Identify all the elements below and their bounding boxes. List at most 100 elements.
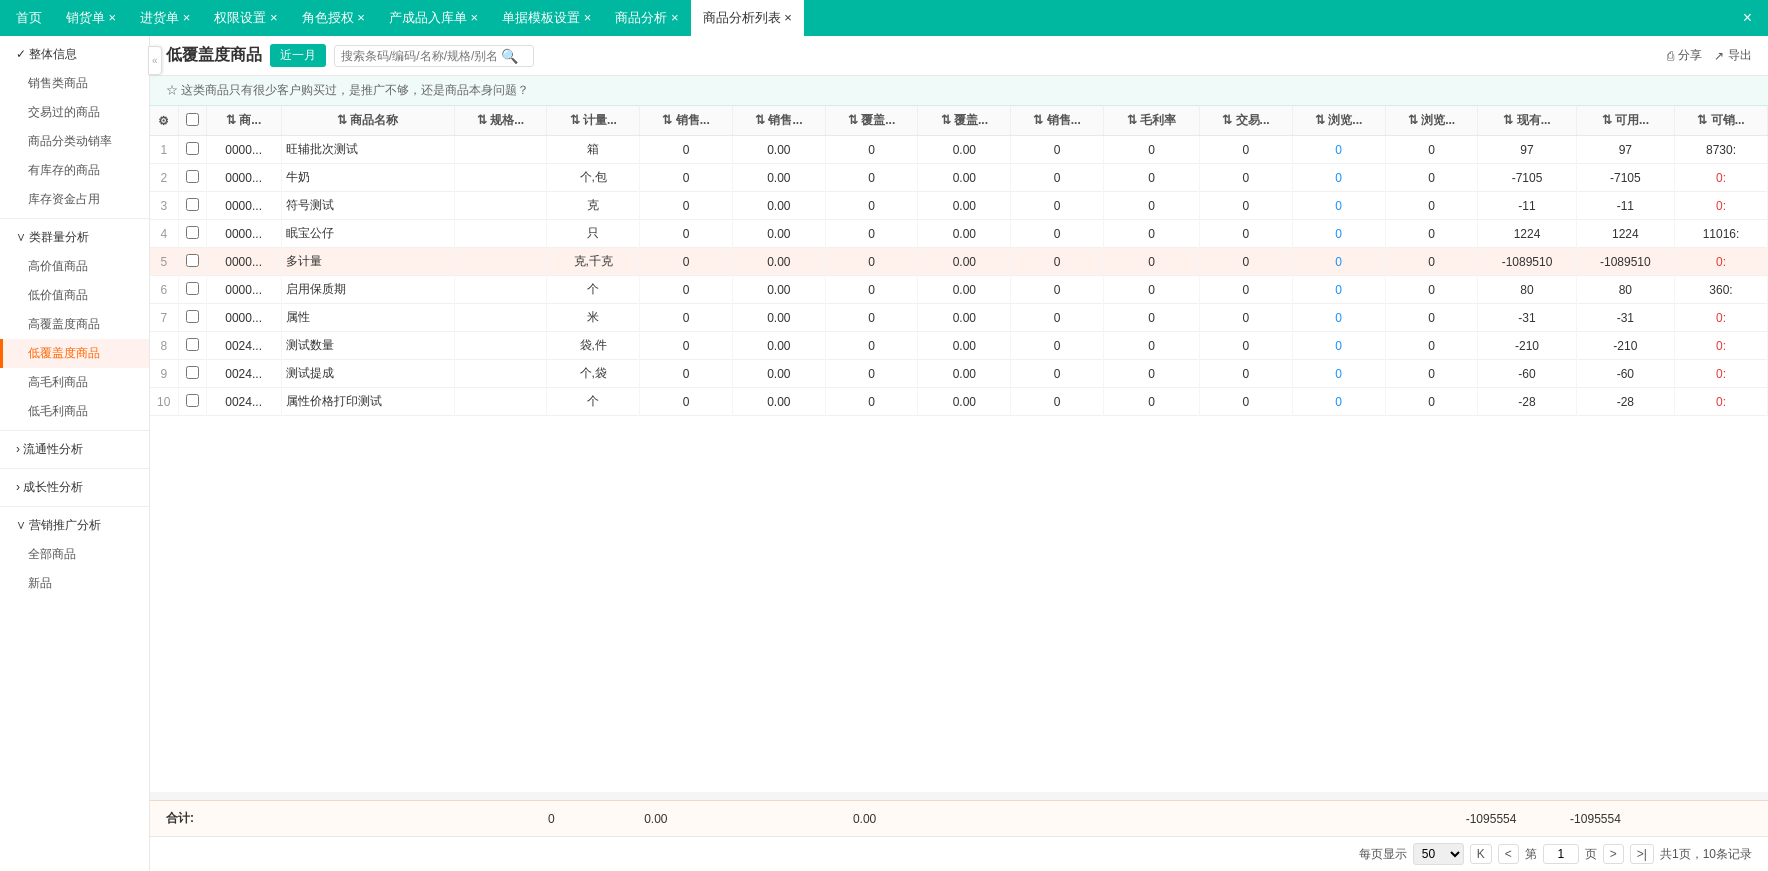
row-browse1-cell[interactable]: 0 bbox=[1292, 192, 1385, 220]
row-checkbox-cell[interactable] bbox=[178, 332, 206, 360]
row-checkbox-cell[interactable] bbox=[178, 248, 206, 276]
nav-analysis-list[interactable]: 商品分析列表 × bbox=[691, 0, 804, 36]
col-sales-amt-header[interactable]: ⇅ 销售... bbox=[732, 106, 825, 136]
row-browse1-cell[interactable]: 0 bbox=[1292, 388, 1385, 416]
row-checkbox[interactable] bbox=[186, 142, 199, 155]
browse1-link[interactable]: 0 bbox=[1335, 255, 1342, 269]
nav-permissions[interactable]: 权限设置 × bbox=[202, 0, 289, 36]
sidebar-item-high-value[interactable]: 高价值商品 bbox=[0, 252, 149, 281]
browse1-link[interactable]: 0 bbox=[1335, 283, 1342, 297]
last-page-button[interactable]: >| bbox=[1630, 844, 1654, 864]
first-page-button[interactable]: K bbox=[1470, 844, 1492, 864]
row-checkbox-cell[interactable] bbox=[178, 360, 206, 388]
row-checkbox-cell[interactable] bbox=[178, 136, 206, 164]
col-settings[interactable]: ⚙ bbox=[150, 106, 178, 136]
row-browse1-cell[interactable]: 0 bbox=[1292, 276, 1385, 304]
col-cover-rate-header[interactable]: ⇅ 覆盖... bbox=[918, 106, 1011, 136]
sidebar-section-cluster[interactable]: ∨ 类群量分析 bbox=[0, 223, 149, 252]
col-name-header[interactable]: ⇅ 商品名称 bbox=[281, 106, 454, 136]
prev-page-button[interactable]: < bbox=[1498, 844, 1519, 864]
sidebar-collapse-button[interactable]: « bbox=[148, 46, 162, 75]
sidebar-item-new-goods[interactable]: 新品 bbox=[0, 569, 149, 598]
browse1-link[interactable]: 0 bbox=[1335, 171, 1342, 185]
col-sellable-header[interactable]: ⇅ 可销... bbox=[1675, 106, 1768, 136]
row-browse1-cell[interactable]: 0 bbox=[1292, 332, 1385, 360]
next-page-button[interactable]: > bbox=[1603, 844, 1624, 864]
row-checkbox[interactable] bbox=[186, 310, 199, 323]
row-checkbox-cell[interactable] bbox=[178, 192, 206, 220]
page-number-input[interactable] bbox=[1543, 844, 1579, 864]
nav-purchase[interactable]: 进货单 × bbox=[128, 0, 202, 36]
horizontal-scrollbar[interactable] bbox=[150, 792, 1768, 800]
browse1-link[interactable]: 0 bbox=[1335, 395, 1342, 409]
sidebar-section-growth[interactable]: › 成长性分析 bbox=[0, 473, 149, 502]
row-checkbox[interactable] bbox=[186, 394, 199, 407]
row-browse1-cell[interactable]: 0 bbox=[1292, 248, 1385, 276]
row-checkbox[interactable] bbox=[186, 170, 199, 183]
sidebar-item-stock-capital[interactable]: 库存资金占用 bbox=[0, 185, 149, 214]
col-code-header[interactable]: ⇅ 商... bbox=[206, 106, 281, 136]
sidebar-item-all-goods[interactable]: 全部商品 bbox=[0, 540, 149, 569]
sidebar-item-category-rate[interactable]: 商品分类动销率 bbox=[0, 127, 149, 156]
sidebar-section-overall[interactable]: ✓ 整体信息 bbox=[0, 40, 149, 69]
per-page-select[interactable]: 50 100 200 bbox=[1413, 843, 1464, 865]
nav-templates[interactable]: 单据模板设置 × bbox=[490, 0, 603, 36]
search-icon[interactable]: 🔍 bbox=[501, 48, 518, 64]
nav-analysis[interactable]: 商品分析 × bbox=[603, 0, 690, 36]
row-checkbox[interactable] bbox=[186, 282, 199, 295]
col-available-header[interactable]: ⇅ 可用... bbox=[1576, 106, 1674, 136]
window-close-button[interactable]: × bbox=[1731, 0, 1764, 36]
row-checkbox[interactable] bbox=[186, 226, 199, 239]
sidebar-section-liquidity[interactable]: › 流通性分析 bbox=[0, 435, 149, 464]
select-all-checkbox[interactable] bbox=[186, 113, 199, 126]
col-spec-header[interactable]: ⇅ 规格... bbox=[454, 106, 547, 136]
sidebar-item-low-coverage[interactable]: 低覆盖度商品 bbox=[0, 339, 149, 368]
sidebar-section-marketing[interactable]: ∨ 营销推广分析 bbox=[0, 511, 149, 540]
col-unit-header[interactable]: ⇅ 计量... bbox=[547, 106, 640, 136]
col-trade-header[interactable]: ⇅ 交易... bbox=[1200, 106, 1293, 136]
nav-inventory[interactable]: 产成品入库单 × bbox=[377, 0, 490, 36]
search-input[interactable] bbox=[341, 49, 501, 63]
browse1-link[interactable]: 0 bbox=[1335, 227, 1342, 241]
row-checkbox-cell[interactable] bbox=[178, 220, 206, 248]
row-browse1-cell[interactable]: 0 bbox=[1292, 164, 1385, 192]
browse1-link[interactable]: 0 bbox=[1335, 199, 1342, 213]
sidebar-item-sales-goods[interactable]: 销售类商品 bbox=[0, 69, 149, 98]
share-button[interactable]: ⎙ 分享 bbox=[1667, 47, 1702, 64]
sidebar-item-high-coverage[interactable]: 高覆盖度商品 bbox=[0, 310, 149, 339]
browse1-link[interactable]: 0 bbox=[1335, 339, 1342, 353]
settings-icon[interactable]: ⚙ bbox=[158, 114, 169, 128]
sidebar-item-high-margin[interactable]: 高毛利商品 bbox=[0, 368, 149, 397]
col-browse2-header[interactable]: ⇅ 浏览... bbox=[1385, 106, 1478, 136]
row-checkbox-cell[interactable] bbox=[178, 388, 206, 416]
row-checkbox[interactable] bbox=[186, 366, 199, 379]
row-checkbox[interactable] bbox=[186, 198, 199, 211]
row-browse1-cell[interactable]: 0 bbox=[1292, 360, 1385, 388]
row-checkbox-cell[interactable] bbox=[178, 304, 206, 332]
sidebar-item-stock-goods[interactable]: 有库存的商品 bbox=[0, 156, 149, 185]
row-browse1-cell[interactable]: 0 bbox=[1292, 136, 1385, 164]
nav-roles[interactable]: 角色授权 × bbox=[290, 0, 377, 36]
col-browse1-header[interactable]: ⇅ 浏览... bbox=[1292, 106, 1385, 136]
nav-home[interactable]: 首页 bbox=[4, 0, 54, 36]
col-sales-count-header[interactable]: ⇅ 销售... bbox=[1011, 106, 1104, 136]
col-current-stock-header[interactable]: ⇅ 现有... bbox=[1478, 106, 1576, 136]
browse1-link[interactable]: 0 bbox=[1335, 367, 1342, 381]
nav-sales[interactable]: 销货单 × bbox=[54, 0, 128, 36]
sidebar-item-traded-goods[interactable]: 交易过的商品 bbox=[0, 98, 149, 127]
col-sales-qty-header[interactable]: ⇅ 销售... bbox=[640, 106, 733, 136]
export-button[interactable]: ↗ 导出 bbox=[1714, 47, 1752, 64]
sidebar-item-low-value[interactable]: 低价值商品 bbox=[0, 281, 149, 310]
browse1-link[interactable]: 0 bbox=[1335, 143, 1342, 157]
row-browse1-cell[interactable]: 0 bbox=[1292, 304, 1385, 332]
row-checkbox[interactable] bbox=[186, 338, 199, 351]
row-checkbox-cell[interactable] bbox=[178, 164, 206, 192]
sidebar-item-low-margin[interactable]: 低毛利商品 bbox=[0, 397, 149, 426]
col-gross-header[interactable]: ⇅ 毛利率 bbox=[1104, 106, 1200, 136]
col-cover-count-header[interactable]: ⇅ 覆盖... bbox=[825, 106, 918, 136]
browse1-link[interactable]: 0 bbox=[1335, 311, 1342, 325]
row-browse1-cell[interactable]: 0 bbox=[1292, 220, 1385, 248]
date-filter-button[interactable]: 近一月 bbox=[270, 44, 326, 67]
row-checkbox-cell[interactable] bbox=[178, 276, 206, 304]
row-checkbox[interactable] bbox=[186, 254, 199, 267]
